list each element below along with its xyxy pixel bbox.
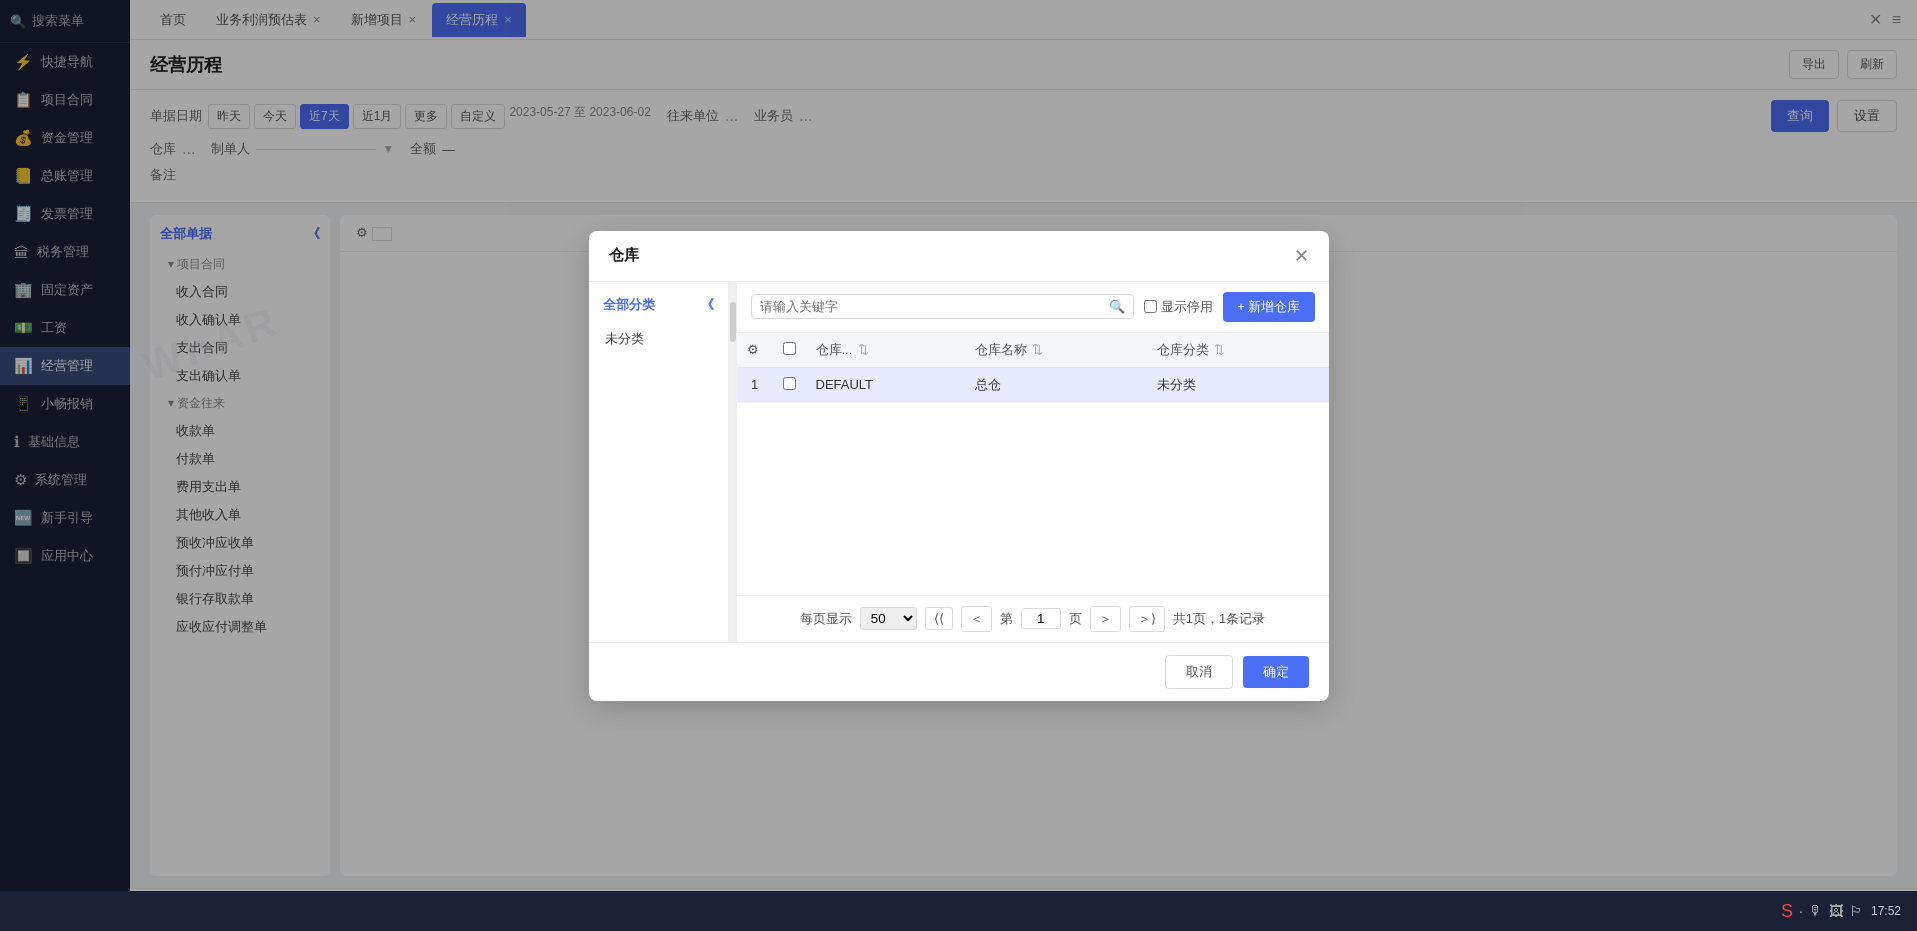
modal-prev-page[interactable]: ＜ — [961, 606, 992, 632]
sort-icon: ⇅ — [1214, 342, 1225, 357]
th-warehouse-category: 仓库分类 ⇅ — [1147, 333, 1329, 368]
warehouse-name: 总仓 — [965, 367, 1147, 402]
modal-last-page[interactable]: ＞⟩ — [1129, 606, 1165, 632]
modal-page-label: 第 — [1000, 610, 1013, 628]
modal-overlay[interactable]: 仓库 ✕ 全部分类 《 未分类 — [0, 0, 1917, 931]
scroll-thumb — [730, 302, 736, 342]
warehouse-code: DEFAULT — [806, 367, 965, 402]
select-all-checkbox[interactable] — [783, 342, 796, 355]
row-settings: 1 — [737, 367, 773, 402]
modal-category-header: 全部分类 《 — [597, 292, 720, 318]
modal-scrollbar[interactable] — [729, 282, 737, 642]
th-warehouse-name: 仓库名称 ⇅ — [965, 333, 1147, 368]
modal-total: 共1页，1条记录 — [1173, 610, 1265, 628]
cancel-button[interactable]: 取消 — [1165, 655, 1233, 689]
modal-current-page[interactable] — [1021, 608, 1061, 629]
modal-header: 仓库 ✕ — [589, 231, 1329, 282]
modal-per-page-label: 每页显示 — [800, 610, 852, 628]
modal-close-button[interactable]: ✕ — [1294, 245, 1309, 267]
taskbar-icon-flag: 🏳 — [1849, 903, 1863, 919]
search-icon: 🔍 — [1109, 299, 1125, 314]
modal-pagination: 每页显示 50 100 ⟨⟨ ＜ 第 页 ＞ ＞⟩ 共1页，1条记录 — [737, 595, 1329, 642]
modal-next-page[interactable]: ＞ — [1090, 606, 1121, 632]
taskbar: S · 🎙 🖼 🏳 17:52 — [0, 891, 1917, 931]
modal-search-box: 🔍 — [751, 294, 1135, 319]
th-settings: ⚙ — [737, 333, 773, 368]
taskbar-icon-s: S — [1781, 901, 1793, 922]
category-collapse-icon[interactable]: 《 — [701, 296, 714, 314]
modal-body: 全部分类 《 未分类 🔍 — [589, 282, 1329, 642]
modal-warehouse: 仓库 ✕ 全部分类 《 未分类 — [589, 231, 1329, 701]
taskbar-time: 17:52 — [1871, 904, 1901, 918]
taskbar-icon-mic: 🎙 — [1809, 903, 1823, 919]
show-disabled-label: 显示停用 — [1144, 298, 1213, 316]
taskbar-icon-img: 🖼 — [1829, 903, 1843, 919]
category-item-unclassified[interactable]: 未分类 — [597, 324, 720, 354]
show-disabled-checkbox[interactable] — [1144, 300, 1157, 313]
table-header-row: ⚙ 仓库... ⇅ 仓库名称 ⇅ — [737, 333, 1329, 368]
modal-search-input[interactable] — [760, 299, 1106, 314]
th-warehouse-code: 仓库... ⇅ — [806, 333, 965, 368]
modal-first-page[interactable]: ⟨⟨ — [925, 607, 953, 630]
taskbar-icons: S · 🎙 🖼 🏳 — [1781, 901, 1863, 922]
confirm-button[interactable]: 确定 — [1243, 656, 1309, 688]
modal-category-panel: 全部分类 《 未分类 — [589, 282, 729, 642]
table-row[interactable]: 1 DEFAULT 总仓 未分类 — [737, 367, 1329, 402]
th-check — [773, 333, 806, 368]
modal-actions: 取消 确定 — [589, 642, 1329, 701]
sort-icon: ⇅ — [1032, 342, 1043, 357]
modal-table-panel: 🔍 显示停用 + 新增仓库 ⚙ — [737, 282, 1329, 642]
taskbar-icon-dot: · — [1799, 903, 1803, 919]
warehouse-category: 未分类 — [1147, 367, 1329, 402]
modal-toolbar: 🔍 显示停用 + 新增仓库 — [737, 282, 1329, 333]
modal-page-suffix: 页 — [1069, 610, 1082, 628]
modal-per-page-select[interactable]: 50 100 — [860, 607, 917, 630]
row-checkbox[interactable] — [783, 377, 796, 390]
add-warehouse-button[interactable]: + 新增仓库 — [1223, 292, 1314, 322]
row-check — [773, 367, 806, 402]
sort-icon: ⇅ — [858, 342, 869, 357]
modal-warehouse-table: ⚙ 仓库... ⇅ 仓库名称 ⇅ — [737, 333, 1329, 595]
all-category-label[interactable]: 全部分类 — [603, 296, 655, 314]
modal-title: 仓库 — [609, 246, 639, 265]
